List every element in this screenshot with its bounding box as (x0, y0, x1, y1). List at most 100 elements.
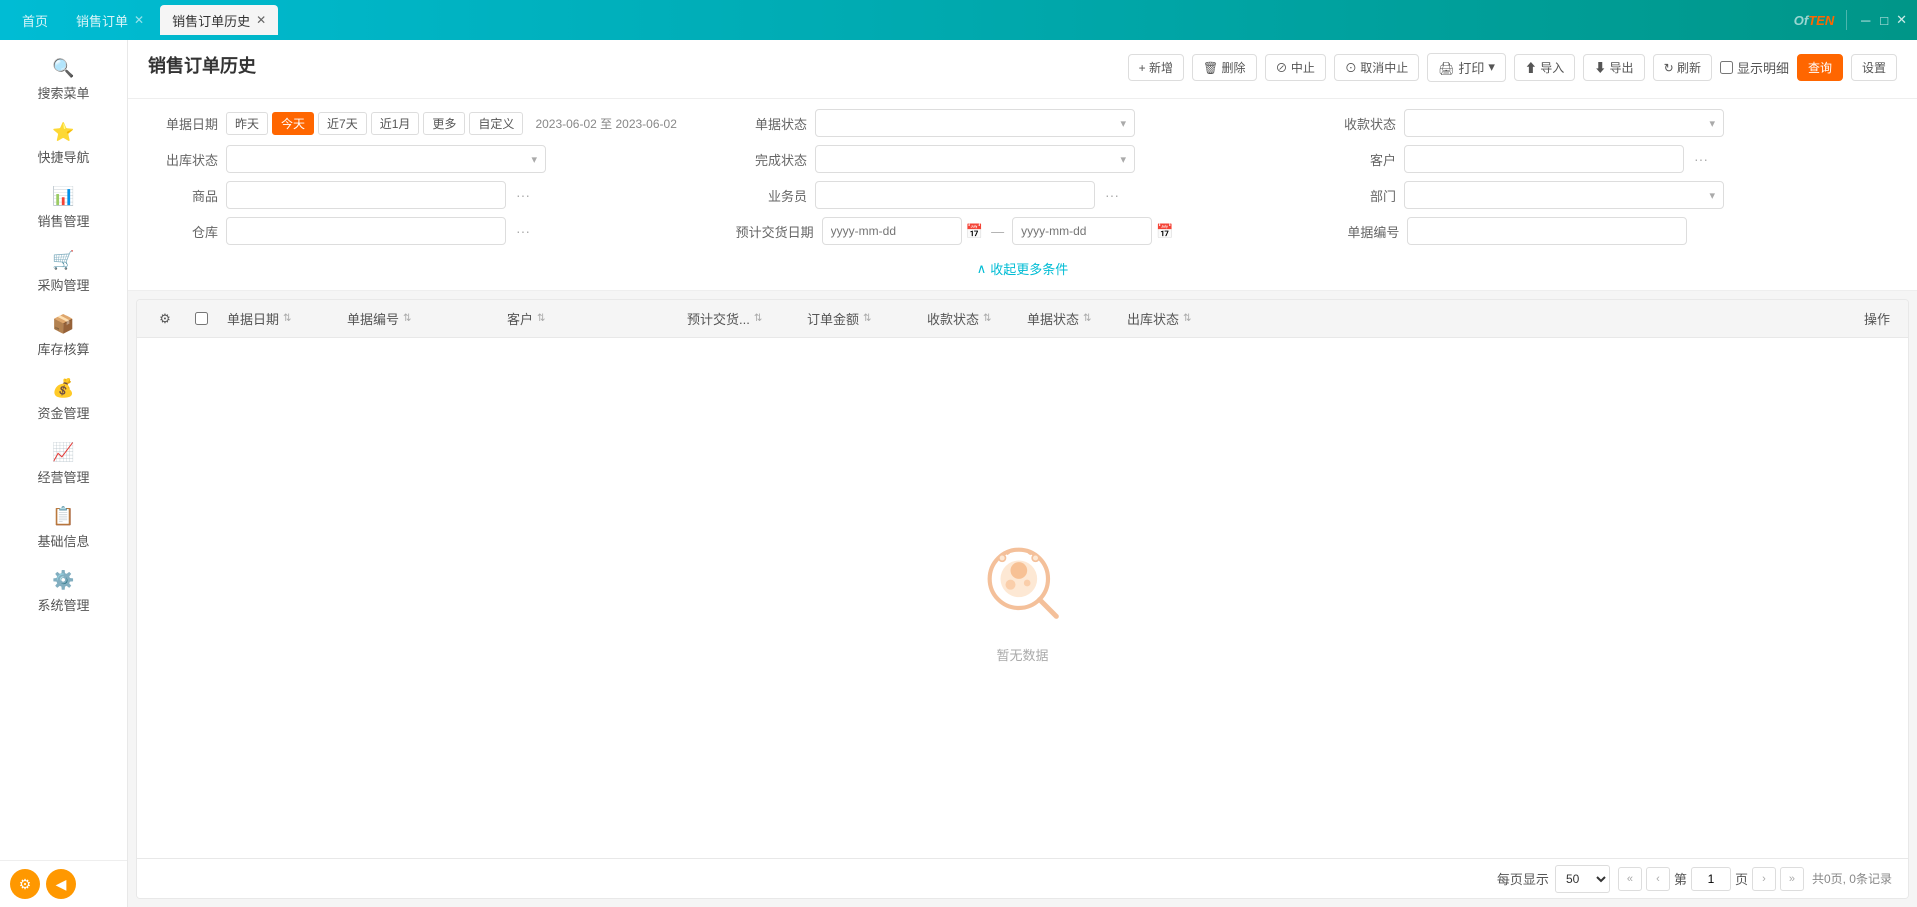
th-operation: 操作 (1219, 309, 1898, 328)
th-delivery[interactable]: 预计交货... ⇅ (679, 309, 799, 328)
close-btn[interactable]: ✕ (1896, 12, 1907, 28)
prev-page-btn[interactable]: ‹ (1646, 867, 1670, 891)
salesperson-input[interactable] (815, 181, 1095, 209)
th-date[interactable]: 单据日期 ⇅ (219, 309, 339, 328)
tab-sales-order-history-label: 销售订单历史 (172, 11, 250, 30)
tab-sales-order-close[interactable]: ✕ (134, 13, 144, 27)
th-amount[interactable]: 订单金额 ⇅ (799, 309, 919, 328)
sidebar-item-sales[interactable]: 📊 销售管理 (0, 176, 127, 240)
department-select[interactable]: ▾ (1404, 181, 1724, 209)
calendar-to-icon[interactable]: 📅 (1156, 223, 1173, 240)
sort-amount-icon: ⇅ (863, 313, 871, 324)
export-button[interactable]: ⬇ 导出 (1583, 54, 1644, 81)
sidebar-item-operations[interactable]: 📈 经营管理 (0, 432, 127, 496)
th-checkbox[interactable] (183, 312, 219, 325)
date-btn-today[interactable]: 今天 (272, 112, 314, 135)
page-title: 销售订单历史 (148, 52, 256, 78)
import-button[interactable]: ⬆ 导入 (1514, 54, 1575, 81)
salesperson-dotdot-btn[interactable]: ··· (1099, 185, 1125, 205)
th-customer[interactable]: 客户 ⇅ (499, 309, 679, 328)
date-dash: — (991, 224, 1004, 239)
th-order-status[interactable]: 单据状态 ⇅ (1019, 309, 1119, 328)
department-control: ▾ (1404, 181, 1897, 209)
next-page-btn[interactable]: › (1752, 867, 1776, 891)
order-no-label: 单据编号 (1319, 222, 1399, 241)
collapse-up-icon: ∧ (977, 261, 987, 277)
first-page-btn[interactable]: « (1618, 867, 1642, 891)
brand-logo: OfTEN (1794, 13, 1834, 28)
th-stock-status[interactable]: 出库状态 ⇅ (1119, 309, 1219, 328)
last-page-btn[interactable]: » (1780, 867, 1804, 891)
content-area: 销售订单历史 + 新增 🗑 删除 ⊘ 中止 ⊙ 取消中止 🖨 打印 ▾ ⬆ 导入… (128, 40, 1917, 907)
tab-home[interactable]: 首页 (10, 5, 60, 35)
settings-bottom-icon[interactable]: ⚙ (10, 869, 40, 899)
th-order-no[interactable]: 单据编号 ⇅ (339, 309, 499, 328)
refresh-button[interactable]: ↻ 刷新 (1653, 54, 1712, 81)
empty-icon (973, 533, 1073, 633)
sidebar-item-sales-label: 销售管理 (37, 211, 89, 230)
warehouse-label: 仓库 (148, 222, 218, 241)
complete-status-select[interactable]: ▾ (815, 145, 1135, 173)
customer-input[interactable] (1404, 145, 1684, 173)
department-label: 部门 (1316, 186, 1396, 205)
minimize-btn[interactable]: － (1859, 11, 1872, 30)
sidebar-item-base-info[interactable]: 📋 基础信息 (0, 496, 127, 560)
date-filter-control: 昨天 今天 近7天 近1月 更多 自定义 2023-06-02 至 2023-0… (226, 112, 719, 135)
sort-order-status-icon: ⇅ (1083, 313, 1091, 324)
maximize-btn[interactable]: □ (1880, 13, 1888, 28)
order-status-arrow: ▾ (1120, 117, 1126, 130)
complete-status-control: ▾ (815, 145, 1308, 173)
date-label: 单据日期 (148, 114, 218, 133)
order-no-input[interactable] (1407, 217, 1687, 245)
tab-sales-order-history[interactable]: 销售订单历史 ✕ (160, 5, 278, 35)
date-btn-custom[interactable]: 自定义 (469, 112, 523, 135)
sidebar-item-inventory[interactable]: 📦 库存核算 (0, 304, 127, 368)
cancel-stop-button[interactable]: ⊙ 取消中止 (1334, 54, 1419, 81)
collapse-sidebar-icon[interactable]: ◀ (46, 869, 76, 899)
delete-button[interactable]: 🗑 删除 (1192, 54, 1257, 81)
sidebar-item-purchase[interactable]: 🛒 采购管理 (0, 240, 127, 304)
print-button[interactable]: 🖨 打印 ▾ (1427, 53, 1506, 82)
customer-control: ··· (1404, 145, 1897, 173)
stock-out-select[interactable]: ▾ (226, 145, 546, 173)
display-detail-checkbox[interactable] (1720, 61, 1733, 74)
search-button[interactable]: 查询 (1797, 54, 1843, 81)
sidebar-item-quick-nav[interactable]: ⭐ 快捷导航 (0, 112, 127, 176)
setting-button[interactable]: 设置 (1851, 54, 1897, 81)
tab-sales-order[interactable]: 销售订单 ✕ (64, 5, 156, 35)
tab-sales-order-history-close[interactable]: ✕ (256, 13, 266, 27)
sidebar-item-sys-mgmt[interactable]: ⚙️ 系统管理 (0, 560, 127, 624)
goods-dotdot-btn[interactable]: ··· (510, 185, 536, 205)
stock-out-label: 出库状态 (148, 150, 218, 169)
delivery-date-to[interactable] (1012, 217, 1152, 245)
date-btn-last7[interactable]: 近7天 (318, 112, 367, 135)
delivery-date-from[interactable] (822, 217, 962, 245)
new-button[interactable]: + 新增 (1128, 54, 1184, 81)
date-btn-last30[interactable]: 近1月 (371, 112, 420, 135)
sidebar-item-search-menu[interactable]: 🔍 搜索菜单 (0, 48, 127, 112)
sidebar-item-finance[interactable]: 💰 资金管理 (0, 368, 127, 432)
goods-input[interactable] (226, 181, 506, 209)
receipt-status-label: 收款状态 (1316, 114, 1396, 133)
receipt-status-select[interactable]: ▾ (1404, 109, 1724, 137)
operations-icon: 📈 (52, 442, 74, 463)
order-status-select[interactable]: ▾ (815, 109, 1135, 137)
separator (1846, 10, 1847, 30)
date-btn-more[interactable]: 更多 (423, 112, 465, 135)
salesperson-label: 业务员 (727, 186, 807, 205)
customer-dotdot-btn[interactable]: ··· (1688, 149, 1714, 169)
warehouse-dotdot-btn[interactable]: ··· (510, 221, 536, 241)
calendar-from-icon[interactable]: 📅 (966, 223, 983, 240)
collapse-button[interactable]: ∧ 收起更多条件 (977, 259, 1069, 278)
finance-icon: 💰 (52, 378, 74, 399)
page-size-label: 每页显示 (1497, 869, 1549, 888)
stop-button[interactable]: ⊘ 中止 (1265, 54, 1326, 81)
th-receipt-status[interactable]: 收款状态 ⇅ (919, 309, 1019, 328)
page-input[interactable] (1691, 867, 1731, 891)
th-settings[interactable]: ⚙ (147, 311, 183, 327)
warehouse-input[interactable] (226, 217, 506, 245)
date-btn-yesterday[interactable]: 昨天 (226, 112, 268, 135)
page-size-dropdown[interactable]: 20 50 100 (1555, 865, 1610, 893)
complete-status-label: 完成状态 (727, 150, 807, 169)
select-all-checkbox[interactable] (195, 312, 208, 325)
